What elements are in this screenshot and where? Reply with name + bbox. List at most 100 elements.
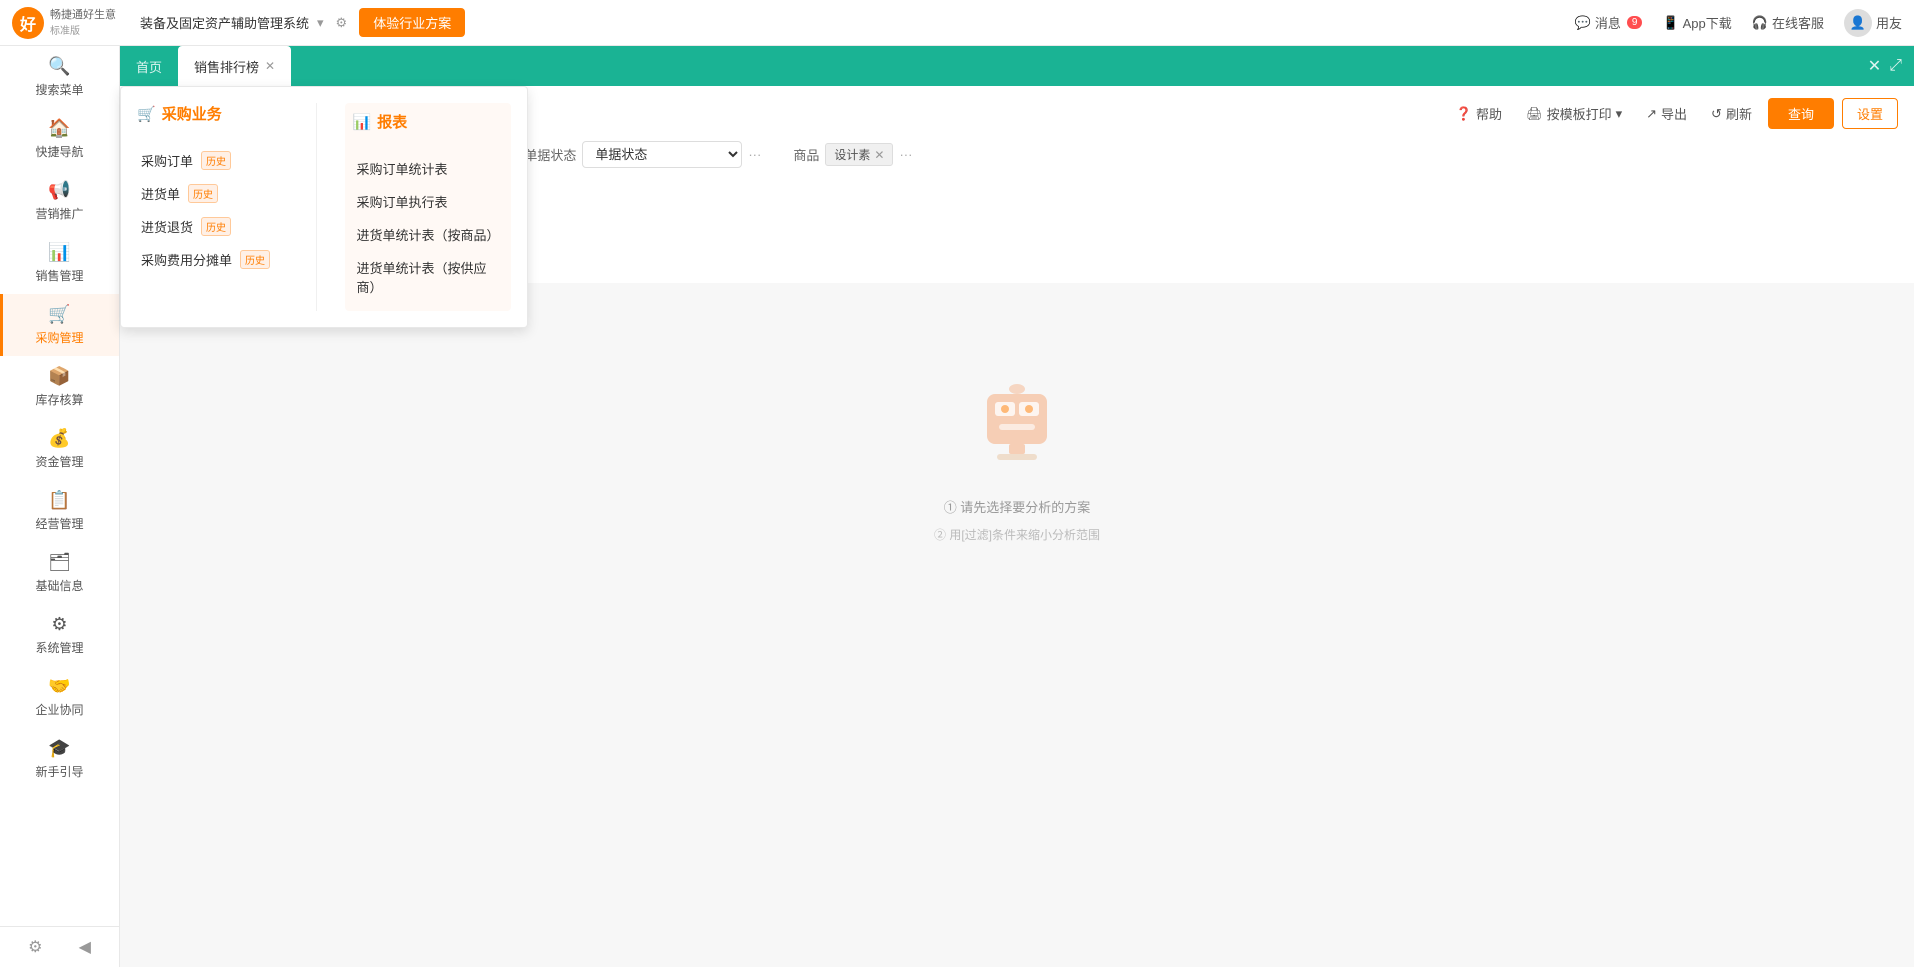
goods-dots[interactable]: ···	[899, 147, 912, 162]
menu-item-purchase-inbound[interactable]: 进货单 历史	[137, 177, 288, 210]
menu-item-purchase-expense-label: 采购费用分摊单	[141, 250, 232, 269]
export-btn[interactable]: ↗ 导出	[1638, 100, 1695, 127]
search-icon: 🔍	[48, 56, 70, 77]
tab-bar-right: ✕ ⤢	[1868, 56, 1914, 76]
menu-item-purchase-expense[interactable]: 采购费用分摊单 历史	[137, 243, 288, 276]
history-badge-return: 历史	[201, 217, 231, 236]
help-btn[interactable]: ❓ 帮助	[1448, 100, 1510, 127]
goods-group: 商品 设计素 ✕ ···	[793, 143, 912, 166]
system-icon: ⚙	[51, 614, 67, 635]
inventory-icon: 📦	[48, 366, 70, 387]
industry-btn[interactable]: 体验行业方案	[359, 8, 465, 37]
sidebar-collapse-icon[interactable]: ◀	[79, 937, 91, 957]
menu-item-purchase-order-exec[interactable]: 采购订单执行表	[353, 185, 504, 218]
logo-icon: 好	[12, 7, 44, 39]
settings-icon[interactable]: ⚙	[336, 15, 348, 31]
menu-item-purchase-order-label: 采购订单	[141, 151, 193, 170]
tab-home-label: 首页	[136, 57, 162, 76]
tab-sales-rank[interactable]: 销售排行榜 ✕	[178, 46, 291, 86]
report-icon: 📊	[353, 113, 372, 131]
sidebar-item-inventory[interactable]: 📦 库存核算	[0, 356, 119, 418]
print-btn[interactable]: 🖨 按模板打印 ▾	[1518, 100, 1630, 127]
sidebar-item-finance[interactable]: 💰 资金管理	[0, 418, 119, 480]
system-title: 装备及固定资产辅助管理系统	[140, 13, 309, 32]
sidebar-item-guide[interactable]: 🎓 新手引导	[0, 728, 119, 790]
message-icon: 💬	[1575, 15, 1591, 31]
export-icon: ↗	[1646, 106, 1657, 122]
tab-maximize-icon[interactable]: ⤢	[1889, 57, 1902, 75]
menu-item-inbound-stat-supplier[interactable]: 进货单统计表（按供应商）	[353, 251, 504, 303]
set-btn[interactable]: 设置	[1842, 98, 1898, 129]
empty-hint1: ① 请先选择要分析的方案	[944, 497, 1091, 516]
finance-icon: 💰	[48, 428, 70, 449]
refresh-icon: ↺	[1711, 106, 1722, 122]
message-action[interactable]: 💬 消息 9	[1575, 13, 1643, 32]
tab-home[interactable]: 首页	[120, 46, 178, 86]
refresh-btn[interactable]: ↺ 刷新	[1703, 100, 1760, 127]
report-column: 📊 报表 采购订单统计表 采购订单执行表 进货单统计表（按商品） 进货单统计表（…	[345, 103, 512, 311]
headset-icon: 🎧	[1752, 15, 1768, 31]
phone-icon: 📱	[1662, 15, 1678, 31]
sidebar-item-sales[interactable]: 📊 销售管理	[0, 232, 119, 294]
sidebar-label-basic: 基础信息	[35, 577, 83, 594]
message-badge: 9	[1627, 16, 1643, 29]
online-service-action[interactable]: 🎧 在线客服	[1752, 13, 1824, 32]
voucher-status-label: 单据状态	[524, 145, 576, 164]
tab-sales-rank-label: 销售排行榜	[194, 57, 259, 76]
sidebar: 🔍 搜索菜单 🏠 快捷导航 📢 营销推广 📊 销售管理 🛒 采购管理 📦 库存核…	[0, 46, 120, 967]
active-indicator	[0, 294, 3, 356]
sidebar-item-system[interactable]: ⚙ 系统管理	[0, 604, 119, 666]
sidebar-label-enterprise: 企业协同	[35, 701, 83, 718]
query-btn[interactable]: 查询	[1768, 98, 1834, 129]
marketing-icon: 📢	[48, 180, 70, 201]
sidebar-settings-icon[interactable]: ⚙	[28, 937, 42, 957]
menu-item-purchase-order-exec-label: 采购订单执行表	[357, 192, 448, 211]
sidebar-label-inventory: 库存核算	[35, 391, 83, 408]
operations-icon: 📋	[48, 490, 70, 511]
message-label: 消息	[1595, 13, 1621, 32]
sidebar-item-operations[interactable]: 📋 经营管理	[0, 480, 119, 542]
sidebar-item-marketing[interactable]: 📢 营销推广	[0, 170, 119, 232]
sidebar-item-enterprise[interactable]: 🤝 企业协同	[0, 666, 119, 728]
print-dropdown-icon[interactable]: ▾	[1616, 106, 1623, 122]
purchase-business-column: 🛒 采购业务 采购订单 历史 进货单 历史 进货退货 历史 采购费用分摊单 历史	[137, 103, 288, 311]
sidebar-label-sales: 销售管理	[35, 267, 83, 284]
user-label: 用友	[1876, 13, 1902, 32]
sidebar-item-search[interactable]: 🔍 搜索菜单	[0, 46, 119, 108]
tab-close-icon[interactable]: ✕	[265, 59, 275, 73]
tab-close-all-icon[interactable]: ✕	[1868, 56, 1881, 76]
menu-item-purchase-order[interactable]: 采购订单 历史	[137, 144, 288, 177]
home-icon: 🏠	[48, 118, 70, 139]
history-badge-inbound: 历史	[188, 184, 218, 203]
menu-item-inbound-stat-goods[interactable]: 进货单统计表（按商品）	[353, 218, 504, 251]
voucher-status-select[interactable]: 单据状态	[582, 141, 742, 168]
empty-illustration	[957, 364, 1077, 487]
system-title-area: 装备及固定资产辅助管理系统 ▾ ⚙	[140, 13, 347, 32]
logo-badge: 标准版	[50, 22, 116, 37]
goods-tag-remove[interactable]: ✕	[874, 148, 884, 162]
app-download-action[interactable]: 📱 App下载	[1662, 13, 1731, 32]
sidebar-label-finance: 资金管理	[35, 453, 83, 470]
sidebar-item-purchase[interactable]: 🛒 采购管理	[0, 294, 119, 356]
goods-tag[interactable]: 设计素 ✕	[825, 143, 893, 166]
purchase-icon: 🛒	[48, 304, 70, 325]
menu-item-inbound-stat-supplier-label: 进货单统计表（按供应商）	[357, 258, 500, 296]
sidebar-item-basic[interactable]: 🗂 基础信息	[0, 542, 119, 604]
logo-area: 好 畅捷通好生意 标准版	[12, 7, 132, 39]
purchase-business-header: 🛒 采购业务	[137, 103, 288, 132]
menu-item-inbound-stat-goods-label: 进货单统计表（按商品）	[357, 225, 500, 244]
history-badge-purchase-order: 历史	[201, 151, 231, 170]
history-badge-expense: 历史	[240, 250, 270, 269]
sidebar-item-quick-nav[interactable]: 🏠 快捷导航	[0, 108, 119, 170]
logo-text: 畅捷通好生意	[50, 8, 116, 22]
menu-item-purchase-return[interactable]: 进货退货 历史	[137, 210, 288, 243]
top-header: 好 畅捷通好生意 标准版 装备及固定资产辅助管理系统 ▾ ⚙ 体验行业方案 💬 …	[0, 0, 1914, 46]
system-dropdown-icon[interactable]: ▾	[317, 15, 324, 31]
user-action[interactable]: 👤 用友	[1844, 9, 1902, 37]
header-right: 💬 消息 9 📱 App下载 🎧 在线客服 👤 用友	[1575, 9, 1902, 37]
menu-divider	[316, 103, 317, 311]
goods-tag-text: 设计素	[834, 146, 870, 163]
voucher-status-dots[interactable]: ···	[748, 147, 761, 162]
print-label: 按模板打印	[1547, 104, 1612, 123]
menu-item-purchase-order-stat[interactable]: 采购订单统计表	[353, 152, 504, 185]
